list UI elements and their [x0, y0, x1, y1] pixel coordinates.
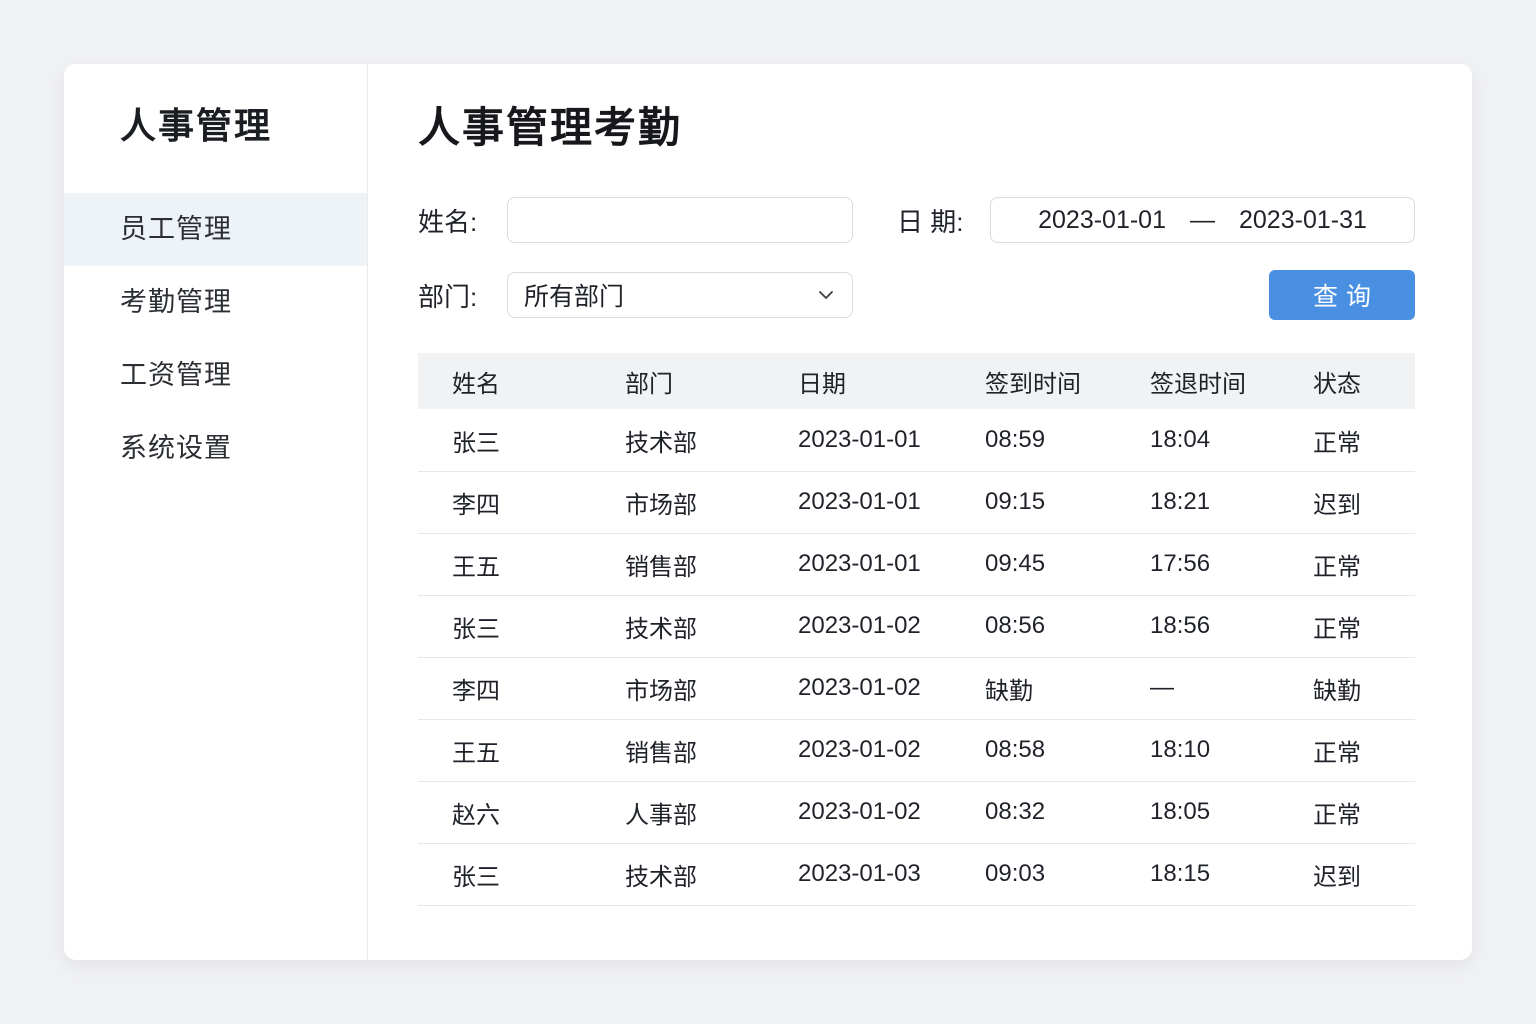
- table-body: 张三 技术部 2023-01-01 08:59 18:04 正常 李四 市场部 2023-01-…: [418, 409, 1415, 906]
- cell-department: 市场部: [625, 491, 697, 519]
- cell-check-in: 08:58: [985, 736, 1046, 764]
- cell-name: 王五: [452, 553, 500, 581]
- main-content: 人事管理考勤 姓名: 日 期: 2023-01-01 — 2023-01-31 …: [368, 64, 1472, 960]
- cell-status: 正常: [1313, 615, 1361, 643]
- cell-department: 技术部: [625, 615, 697, 643]
- cell-status: 正常: [1313, 429, 1361, 457]
- cell-status: 迟到: [1313, 491, 1361, 519]
- column-header: 姓名: [452, 370, 500, 398]
- table-header-row: 姓名 部门 日期 签到时间 签退时间 状态: [418, 353, 1415, 410]
- name-input[interactable]: [507, 197, 853, 244]
- filter-panel: 姓名: 日 期: 2023-01-01 — 2023-01-31 部门: 所有部…: [418, 197, 1415, 321]
- column-header: 状态: [1313, 370, 1361, 398]
- search-button[interactable]: 查询: [1269, 270, 1415, 321]
- cell-check-out: 18:04: [1150, 426, 1211, 454]
- cell-check-out: 17:56: [1150, 550, 1211, 578]
- table-row: 赵六 人事部 2023-01-02 08:32 18:05 正常: [418, 781, 1415, 844]
- cell-date: 2023-01-01: [798, 550, 921, 578]
- cell-status: 缺勤: [1313, 677, 1361, 705]
- cell-department: 技术部: [625, 863, 697, 891]
- date-label: 日 期:: [897, 206, 964, 237]
- cell-status: 迟到: [1313, 863, 1361, 891]
- chevron-down-icon: [819, 291, 833, 300]
- cell-check-in: 09:03: [985, 860, 1046, 888]
- table-row: 张三 技术部 2023-01-01 08:59 18:04 正常: [418, 409, 1415, 472]
- cell-check-in: 08:59: [985, 426, 1046, 454]
- cell-check-in: 缺勤: [985, 677, 1033, 705]
- cell-name: 赵六: [452, 801, 500, 829]
- cell-date: 2023-01-03: [798, 860, 921, 888]
- date-range-input[interactable]: 2023-01-01 — 2023-01-31: [990, 197, 1415, 244]
- department-select[interactable]: 所有部门: [507, 272, 853, 319]
- sidebar-item-link[interactable]: 工资管理: [64, 339, 367, 412]
- cell-department: 销售部: [625, 553, 697, 581]
- attendance-table: 姓名 部门 日期 签到时间 签退时间 状态 张三 技术部 2023-01-01 08:59 18:…: [418, 353, 1415, 906]
- cell-check-out: —: [1150, 674, 1174, 702]
- sidebar-nav: 员工管理 考勤管理 工资管理 系统设置: [64, 193, 367, 485]
- cell-check-in: 09:45: [985, 550, 1046, 578]
- cell-date: 2023-01-01: [798, 426, 921, 454]
- cell-check-out: 18:10: [1150, 736, 1211, 764]
- column-header: 签退时间: [1150, 370, 1246, 398]
- cell-name: 张三: [452, 863, 500, 891]
- table-row: 李四 市场部 2023-01-01 09:15 18:21 迟到: [418, 471, 1415, 534]
- sidebar: 人事管理 员工管理 考勤管理 工资管理 系统设置: [64, 64, 368, 960]
- cell-date: 2023-01-02: [798, 798, 921, 826]
- date-separator: —: [1190, 205, 1215, 234]
- department-label: 部门:: [418, 281, 478, 312]
- filter-row-1: 姓名: 日 期: 2023-01-01 — 2023-01-31: [418, 197, 1415, 244]
- app-card: 人事管理 员工管理 考勤管理 工资管理 系统设置 人事管理考勤 姓名: 日 期: 20…: [64, 64, 1472, 960]
- cell-check-in: 08:56: [985, 612, 1046, 640]
- cell-name: 李四: [452, 491, 500, 519]
- cell-department: 人事部: [625, 801, 697, 829]
- sidebar-item-link[interactable]: 系统设置: [64, 412, 367, 485]
- department-select-value: 所有部门: [524, 283, 625, 312]
- cell-check-out: 18:21: [1150, 488, 1211, 516]
- cell-name: 李四: [452, 677, 500, 705]
- cell-check-out: 18:15: [1150, 860, 1211, 888]
- column-header: 日期: [798, 370, 846, 398]
- date-start-value: 2023-01-01: [1038, 205, 1166, 234]
- table-row: 王五 销售部 2023-01-02 08:58 18:10 正常: [418, 719, 1415, 782]
- cell-name: 张三: [452, 429, 500, 457]
- cell-department: 技术部: [625, 429, 697, 457]
- table-row: 张三 技术部 2023-01-02 08:56 18:56 正常: [418, 595, 1415, 658]
- cell-date: 2023-01-01: [798, 488, 921, 516]
- sidebar-item-link[interactable]: 考勤管理: [64, 266, 367, 339]
- sidebar-item-active[interactable]: 员工管理: [64, 193, 367, 267]
- cell-name: 张三: [452, 615, 500, 643]
- cell-department: 销售部: [625, 739, 697, 767]
- cell-status: 正常: [1313, 739, 1361, 767]
- table-row: 王五 销售部 2023-01-01 09:45 17:56 正常: [418, 533, 1415, 596]
- table-row: 张三 技术部 2023-01-03 09:03 18:15 迟到: [418, 843, 1415, 906]
- cell-status: 正常: [1313, 801, 1361, 829]
- page-title: 人事管理考勤: [418, 104, 683, 151]
- cell-date: 2023-01-02: [798, 612, 921, 640]
- cell-check-out: 18:05: [1150, 798, 1211, 826]
- name-label: 姓名:: [418, 206, 478, 237]
- column-header: 部门: [625, 370, 673, 398]
- cell-date: 2023-01-02: [798, 736, 921, 764]
- sidebar-title: 人事管理: [120, 105, 273, 146]
- cell-check-in: 09:15: [985, 488, 1046, 516]
- table-row: 李四 市场部 2023-01-02 缺勤 — 缺勤: [418, 657, 1415, 720]
- date-end-value: 2023-01-31: [1239, 205, 1367, 234]
- cell-status: 正常: [1313, 553, 1361, 581]
- cell-name: 王五: [452, 739, 500, 767]
- cell-check-out: 18:56: [1150, 612, 1211, 640]
- column-header: 签到时间: [985, 370, 1081, 398]
- filter-row-2: 部门: 所有部门 查询: [418, 270, 1415, 321]
- cell-date: 2023-01-02: [798, 674, 921, 702]
- cell-department: 市场部: [625, 677, 697, 705]
- cell-check-in: 08:32: [985, 798, 1046, 826]
